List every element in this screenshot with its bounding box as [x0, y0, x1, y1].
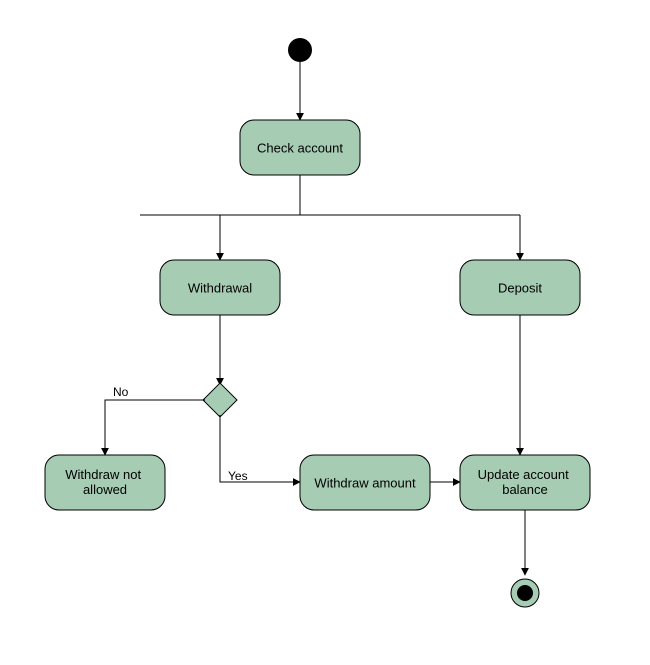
label-withdraw-amount: Withdraw amount: [314, 475, 416, 490]
label-check-account: Check account: [257, 140, 343, 155]
decision-icon: [203, 383, 237, 417]
label-edge-no: No: [113, 385, 129, 399]
final-node-inner-icon: [517, 585, 533, 601]
edge-decision-no: [105, 400, 205, 455]
label-deposit: Deposit: [498, 280, 542, 295]
activity-diagram: Check account Withdrawal Deposit No With…: [0, 0, 650, 665]
initial-node-icon: [288, 38, 312, 62]
label-withdrawal: Withdrawal: [188, 280, 252, 295]
label-edge-yes: Yes: [228, 469, 248, 483]
